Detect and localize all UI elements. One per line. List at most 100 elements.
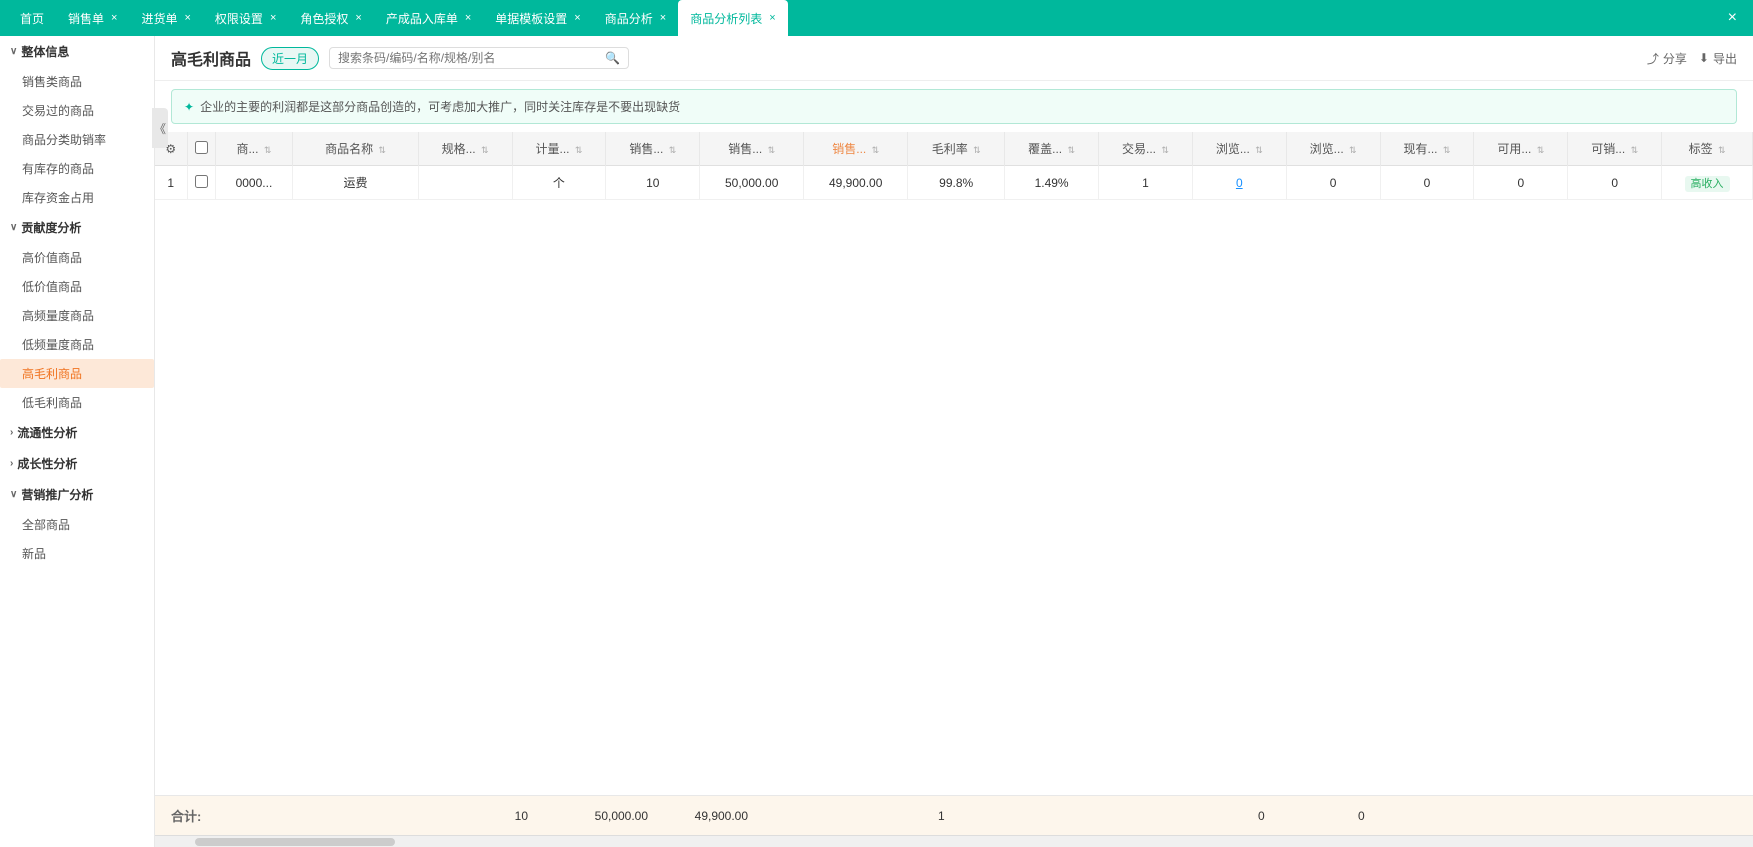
col-browse1[interactable]: 浏览... ⇅ (1192, 132, 1286, 166)
export-icon: ⬇ (1699, 51, 1709, 65)
export-btn[interactable]: ⬇ 导出 (1699, 50, 1737, 67)
info-banner: ✦ 企业的主要的利润都是这部分商品创造的，可考虑加大推广，同时关注库存是不要出现… (171, 89, 1737, 124)
sidebar-group-growth[interactable]: › 成长性分析 (0, 448, 154, 479)
cell-coverage: 1.49% (1005, 166, 1099, 200)
sort-icon-trade[interactable]: ⇅ (1161, 145, 1169, 156)
sort-icon-tag[interactable]: ⇅ (1718, 145, 1726, 156)
sidebar-item-stock-capital[interactable]: 库存资金占用 (0, 183, 154, 212)
col-tag[interactable]: 标签 ⇅ (1662, 132, 1753, 166)
tab-home[interactable]: 首页 (8, 0, 56, 36)
col-checkbox[interactable] (187, 132, 215, 166)
sidebar: ∨ 整体信息 销售类商品 交易过的商品 商品分类助销率 有库存的商品 库存资金占… (0, 36, 155, 847)
browse1-link[interactable]: 0 (1236, 176, 1243, 190)
col-spec[interactable]: 规格... ⇅ (418, 132, 512, 166)
content-area: 高毛利商品 近一月 🔍 ⤴ 分享 ⬇ 导出 ✦ 企业的主要的利润都是这部分商品创… (155, 36, 1753, 847)
tab-sales[interactable]: 销售单 × (56, 0, 129, 36)
tab-purchase[interactable]: 进货单 × (129, 0, 202, 36)
col-available[interactable]: 可用... ⇅ (1474, 132, 1568, 166)
close-all-tabs[interactable]: × (1720, 9, 1745, 27)
tag-badge: 高收入 (1685, 176, 1730, 192)
sort-icon-name[interactable]: ⇅ (378, 145, 386, 156)
main-layout: ∨ 整体信息 销售类商品 交易过的商品 商品分类助销率 有库存的商品 库存资金占… (0, 36, 1753, 847)
search-input[interactable] (338, 51, 601, 65)
col-sales-qty[interactable]: 销售... ⇅ (606, 132, 700, 166)
tab-role-auth[interactable]: 角色授权 × (288, 0, 373, 36)
page-title: 高毛利商品 (171, 46, 251, 70)
sort-icon-unit[interactable]: ⇅ (575, 145, 583, 156)
sidebar-item-low-freq[interactable]: 低频量度商品 (0, 330, 154, 359)
tab-product-analysis[interactable]: 商品分析 × (593, 0, 678, 36)
col-code[interactable]: 商... ⇅ (215, 132, 293, 166)
sort-icon-browse2[interactable]: ⇅ (1349, 145, 1357, 156)
close-tab-permission[interactable]: × (270, 12, 276, 24)
sidebar-item-new-goods[interactable]: 新品 (0, 539, 154, 568)
share-icon: ⤴ (1647, 50, 1659, 67)
sidebar-item-high-margin[interactable]: 高毛利商品 (0, 359, 154, 388)
close-tab-sales[interactable]: × (111, 12, 117, 24)
sort-icon-available[interactable]: ⇅ (1537, 145, 1545, 156)
col-sales-cost[interactable]: 销售... ⇅ (804, 132, 908, 166)
col-trade[interactable]: 交易... ⇅ (1099, 132, 1193, 166)
sort-icon-sales-cost[interactable]: ⇅ (872, 145, 880, 156)
collapse-arrow-growth: › (10, 458, 13, 469)
cell-sales-amount: 50,000.00 (700, 166, 804, 200)
filter-period-btn[interactable]: 近一月 (261, 47, 319, 70)
col-gross-rate[interactable]: 毛利率 ⇅ (908, 132, 1005, 166)
close-tab-product-entry[interactable]: × (465, 12, 471, 24)
close-tab-purchase[interactable]: × (184, 12, 190, 24)
share-btn[interactable]: ⤴ 分享 (1647, 50, 1687, 67)
sidebar-item-traded-goods[interactable]: 交易过的商品 (0, 96, 154, 125)
sidebar-item-high-freq[interactable]: 高频量度商品 (0, 301, 154, 330)
sidebar-group-marketing[interactable]: ∨ 营销推广分析 (0, 479, 154, 510)
scroll-thumb[interactable] (195, 838, 395, 846)
sidebar-item-low-margin[interactable]: 低毛利商品 (0, 388, 154, 417)
sort-icon-browse1[interactable]: ⇅ (1255, 145, 1263, 156)
horizontal-scrollbar[interactable] (155, 835, 1753, 847)
search-icon[interactable]: 🔍 (605, 51, 620, 65)
sort-icon-saleable[interactable]: ⇅ (1631, 145, 1639, 156)
tab-single-template[interactable]: 单据模板设置 × (483, 0, 592, 36)
sidebar-item-all-goods[interactable]: 全部商品 (0, 510, 154, 539)
sort-icon-sales-amount[interactable]: ⇅ (768, 145, 776, 156)
sidebar-item-category-assist[interactable]: 商品分类助销率 (0, 125, 154, 154)
sort-icon-sales-qty[interactable]: ⇅ (669, 145, 677, 156)
tab-product-entry[interactable]: 产成品入库单 × (374, 0, 483, 36)
sort-icon-stock[interactable]: ⇅ (1443, 145, 1451, 156)
sidebar-collapse-btn[interactable]: 《 (152, 108, 168, 148)
close-tab-role[interactable]: × (355, 12, 361, 24)
col-coverage[interactable]: 覆盖... ⇅ (1005, 132, 1099, 166)
sidebar-item-sales-goods[interactable]: 销售类商品 (0, 67, 154, 96)
top-nav: 首页 销售单 × 进货单 × 权限设置 × 角色授权 × 产成品入库单 × 单据… (0, 0, 1753, 36)
tab-permission-settings[interactable]: 权限设置 × (203, 0, 288, 36)
sidebar-group-profit[interactable]: ∨ 贡献度分析 (0, 212, 154, 243)
content-header: 高毛利商品 近一月 🔍 ⤴ 分享 ⬇ 导出 (155, 36, 1753, 81)
collapse-arrow-marketing: ∨ (10, 489, 17, 500)
close-tab-template[interactable]: × (574, 12, 580, 24)
footer-label: 合计: (171, 806, 201, 825)
sidebar-item-low-value[interactable]: 低价值商品 (0, 272, 154, 301)
table-container[interactable]: ⚙ 商... ⇅ 商品名称 ⇅ (155, 132, 1753, 795)
tab-product-analysis-list[interactable]: 商品分析列表 × (678, 0, 787, 36)
col-current-stock[interactable]: 现有... ⇅ (1380, 132, 1474, 166)
col-saleable[interactable]: 可销... ⇅ (1568, 132, 1662, 166)
sidebar-item-high-value[interactable]: 高价值商品 (0, 243, 154, 272)
cell-checkbox[interactable] (187, 166, 215, 200)
sort-icon-code[interactable]: ⇅ (264, 145, 272, 156)
sort-icon-coverage[interactable]: ⇅ (1068, 145, 1076, 156)
cell-browse1[interactable]: 0 (1192, 166, 1286, 200)
sort-icon-spec[interactable]: ⇅ (481, 145, 489, 156)
close-tab-analysis-list[interactable]: × (769, 12, 775, 24)
sort-icon-gross-rate[interactable]: ⇅ (973, 145, 981, 156)
sidebar-item-in-stock[interactable]: 有库存的商品 (0, 154, 154, 183)
row-checkbox[interactable] (195, 175, 208, 188)
col-name[interactable]: 商品名称 ⇅ (293, 132, 418, 166)
sidebar-group-flow[interactable]: › 流通性分析 (0, 417, 154, 448)
col-unit[interactable]: 计量... ⇅ (512, 132, 606, 166)
table-row: 1 0000... 运费 个 10 50,000.00 49,900.00 99… (155, 166, 1753, 200)
close-tab-analysis[interactable]: × (660, 12, 666, 24)
col-browse2[interactable]: 浏览... ⇅ (1286, 132, 1380, 166)
select-all-checkbox[interactable] (195, 141, 208, 154)
col-sales-amount[interactable]: 销售... ⇅ (700, 132, 804, 166)
cell-available: 0 (1474, 166, 1568, 200)
sidebar-group-overall[interactable]: ∨ 整体信息 (0, 36, 154, 67)
